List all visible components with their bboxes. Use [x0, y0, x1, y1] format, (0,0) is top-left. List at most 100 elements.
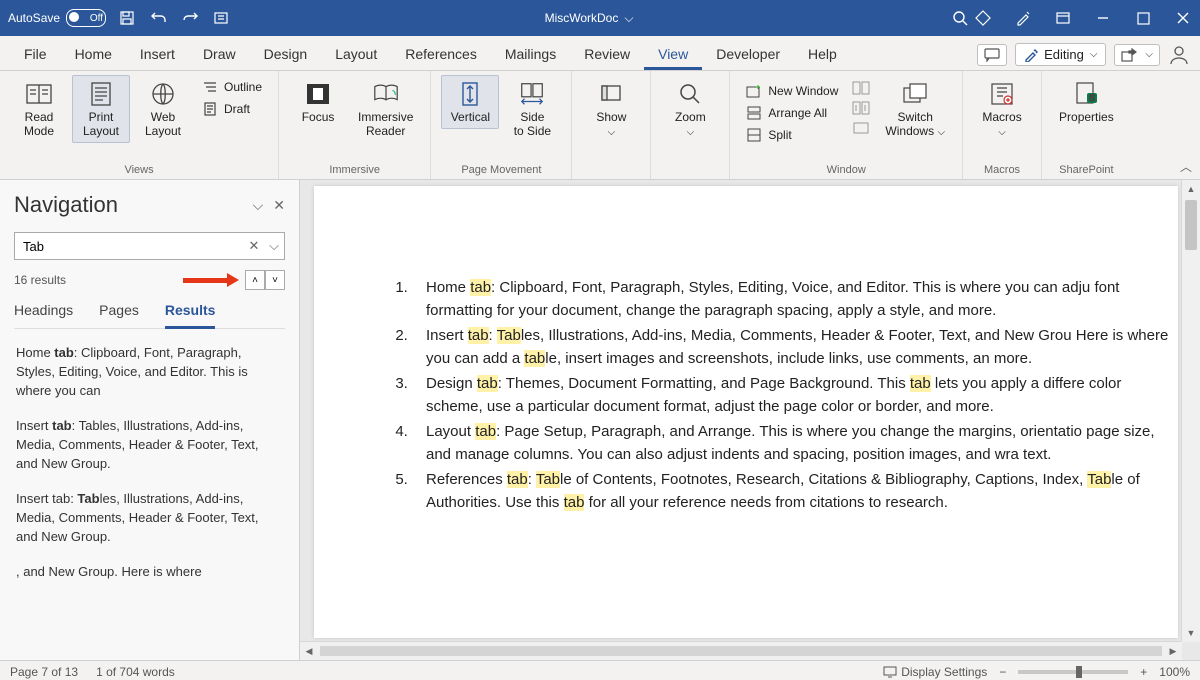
- page-content[interactable]: Home tab: Clipboard, Font, Paragraph, St…: [314, 186, 1178, 514]
- read-mode-button[interactable]: ReadMode: [10, 75, 68, 143]
- tab-draw[interactable]: Draw: [189, 40, 250, 70]
- vertical-button[interactable]: Vertical: [441, 75, 499, 129]
- nav-dropdown-icon[interactable]: ⌵: [253, 197, 264, 214]
- scroll-right-button[interactable]: ▶: [1164, 646, 1182, 657]
- display-settings-button[interactable]: Display Settings: [883, 665, 987, 679]
- collapse-ribbon-icon[interactable]: ︿: [1180, 158, 1192, 175]
- scroll-left-button[interactable]: ◀: [300, 646, 318, 657]
- arrange-all-button[interactable]: Arrange All: [740, 103, 844, 123]
- tab-file[interactable]: File: [10, 40, 61, 70]
- share-button[interactable]: ⌵: [1114, 44, 1160, 66]
- horizontal-scrollbar[interactable]: ◀ ▶: [300, 641, 1182, 660]
- pen-icon[interactable]: [1014, 9, 1032, 27]
- zoom-out-button[interactable]: −: [999, 665, 1006, 679]
- navigation-title: Navigation ⌵✕: [14, 192, 285, 218]
- document-list-item[interactable]: Home tab: Clipboard, Font, Paragraph, St…: [412, 276, 1178, 322]
- zoom-in-button[interactable]: +: [1140, 665, 1147, 679]
- redo-icon[interactable]: [182, 9, 200, 27]
- tab-references[interactable]: References: [391, 40, 491, 70]
- group-label: [610, 162, 613, 179]
- vertical-scrollbar[interactable]: ▲ ▼: [1181, 180, 1200, 642]
- print-layout-button[interactable]: PrintLayout: [72, 75, 130, 143]
- switch-windows-button[interactable]: SwitchWindows ⌵: [878, 75, 952, 145]
- nav-close-icon[interactable]: ✕: [273, 197, 285, 214]
- result-item[interactable]: Home tab: Clipboard, Font, Paragraph, St…: [14, 337, 279, 410]
- reset-position-icon[interactable]: [852, 121, 870, 139]
- new-window-button[interactable]: New Window: [740, 81, 844, 101]
- word-count[interactable]: 1 of 704 words: [96, 665, 175, 679]
- side-to-side-button[interactable]: Sideto Side: [503, 75, 561, 143]
- group-zoom: Zoom⌵: [651, 71, 730, 179]
- zoom-slider[interactable]: [1018, 670, 1128, 674]
- document-name: MiscWorkDoc: [545, 11, 619, 25]
- maximize-button[interactable]: [1134, 9, 1152, 27]
- document-list-item[interactable]: Design tab: Themes, Document Formatting,…: [412, 372, 1178, 418]
- search-options-icon[interactable]: ⌵: [264, 238, 284, 254]
- result-item[interactable]: Insert tab: Tables, Illustrations, Add-i…: [14, 483, 279, 556]
- nav-tab-pages[interactable]: Pages: [99, 298, 139, 328]
- document-list-item[interactable]: Insert tab: Tables, Illustrations, Add-i…: [412, 324, 1178, 370]
- scroll-up-button[interactable]: ▲: [1182, 180, 1200, 198]
- macros-button[interactable]: Macros⌵: [973, 75, 1031, 145]
- svg-text:S: S: [1089, 93, 1095, 103]
- nav-search-input[interactable]: [15, 239, 244, 254]
- qat-more-icon[interactable]: [214, 9, 232, 27]
- scroll-thumb[interactable]: [1185, 200, 1197, 250]
- outline-button[interactable]: Outline: [196, 77, 268, 97]
- hscroll-track[interactable]: [320, 646, 1162, 656]
- tab-developer[interactable]: Developer: [702, 40, 794, 70]
- page-indicator[interactable]: Page 7 of 13: [10, 665, 78, 679]
- group-show: Show⌵: [572, 71, 651, 179]
- diamond-icon[interactable]: [974, 9, 992, 27]
- tab-home[interactable]: Home: [61, 40, 126, 70]
- split-button[interactable]: Split: [740, 125, 844, 145]
- zoom-button[interactable]: Zoom⌵: [661, 75, 719, 145]
- autosave-control[interactable]: AutoSave Off: [8, 9, 106, 27]
- properties-button[interactable]: SProperties: [1052, 75, 1121, 129]
- close-button[interactable]: [1174, 9, 1192, 27]
- status-bar: Page 7 of 13 1 of 704 words Display Sett…: [0, 660, 1200, 680]
- arrange-all-label: Arrange All: [768, 106, 827, 120]
- view-side-icon[interactable]: [852, 81, 870, 99]
- web-layout-button[interactable]: WebLayout: [134, 75, 192, 143]
- focus-button[interactable]: Focus: [289, 75, 347, 129]
- minimize-button[interactable]: [1094, 9, 1112, 27]
- search-button[interactable]: [946, 8, 974, 28]
- zoom-level[interactable]: 100%: [1159, 665, 1190, 679]
- tab-design[interactable]: Design: [250, 40, 322, 70]
- nav-tab-headings[interactable]: Headings: [14, 298, 73, 328]
- result-count: 16 results: [14, 273, 66, 287]
- nav-search-box[interactable]: ✕ ⌵: [14, 232, 285, 260]
- document-title[interactable]: MiscWorkDoc ⌵: [232, 11, 946, 26]
- editing-mode-button[interactable]: Editing ⌵: [1015, 43, 1106, 66]
- ribbon-display-icon[interactable]: [1054, 9, 1072, 27]
- account-icon[interactable]: [1168, 44, 1190, 66]
- next-result-button[interactable]: ˅: [265, 270, 285, 290]
- chevron-down-icon: ⌵: [624, 11, 633, 26]
- results-list[interactable]: Home tab: Clipboard, Font, Paragraph, St…: [14, 337, 285, 660]
- prev-result-button[interactable]: ˄: [245, 270, 265, 290]
- tab-insert[interactable]: Insert: [126, 40, 189, 70]
- save-icon[interactable]: [118, 9, 136, 27]
- draft-button[interactable]: Draft: [196, 99, 268, 119]
- tab-review[interactable]: Review: [570, 40, 644, 70]
- group-label: Immersive: [329, 162, 380, 179]
- tab-layout[interactable]: Layout: [321, 40, 391, 70]
- tab-view[interactable]: View: [644, 40, 702, 70]
- nav-tab-results[interactable]: Results: [165, 298, 216, 329]
- result-item[interactable]: , and New Group. Here is where: [14, 556, 279, 591]
- sync-scroll-icon[interactable]: [852, 101, 870, 119]
- immersive-reader-button[interactable]: ImmersiveReader: [351, 75, 420, 143]
- comments-button[interactable]: [977, 44, 1007, 66]
- tab-mailings[interactable]: Mailings: [491, 40, 570, 70]
- document-list-item[interactable]: Layout tab: Page Setup, Paragraph, and A…: [412, 420, 1178, 466]
- tab-help[interactable]: Help: [794, 40, 851, 70]
- undo-icon[interactable]: [150, 9, 168, 27]
- autosave-toggle[interactable]: Off: [66, 9, 106, 27]
- new-window-label: New Window: [768, 84, 838, 98]
- show-button[interactable]: Show⌵: [582, 75, 640, 145]
- result-item[interactable]: Insert tab: Tables, Illustrations, Add-i…: [14, 410, 279, 483]
- document-list-item[interactable]: References tab: Table of Contents, Footn…: [412, 468, 1178, 514]
- scroll-down-button[interactable]: ▼: [1182, 624, 1200, 642]
- clear-search-icon[interactable]: ✕: [244, 238, 264, 254]
